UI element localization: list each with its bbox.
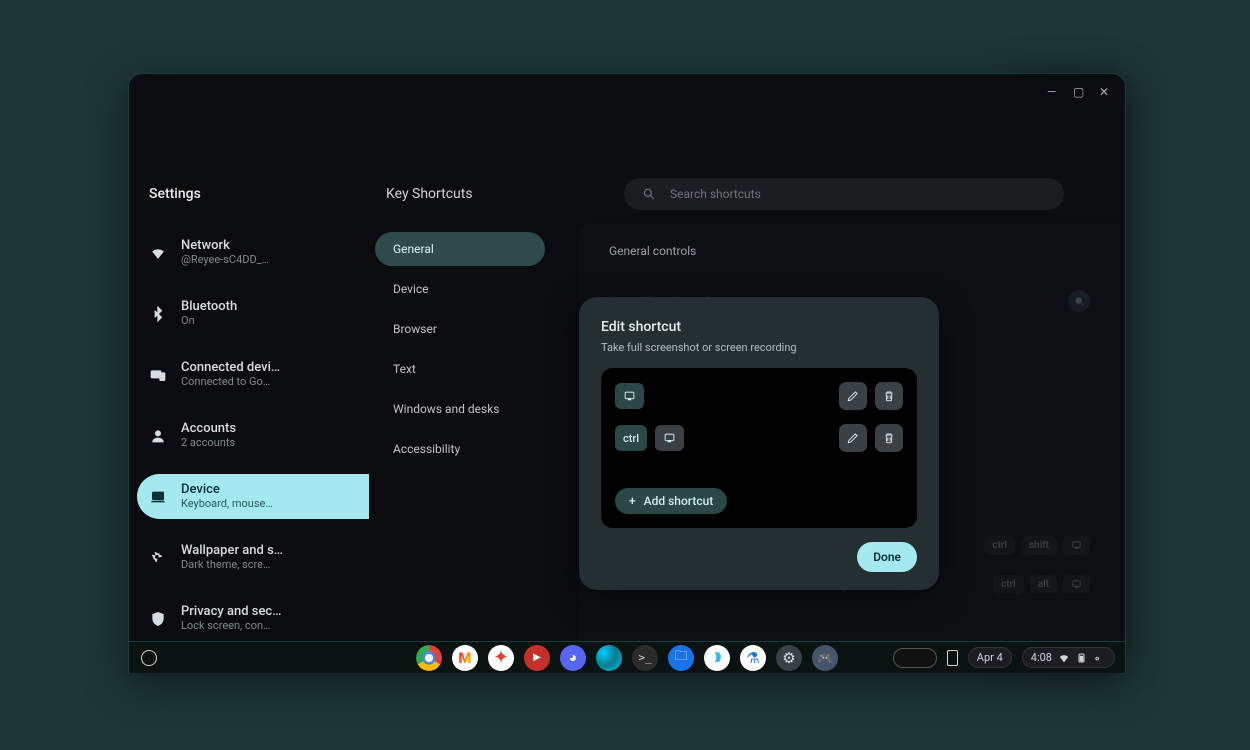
- delete-shortcut-button[interactable]: [875, 424, 903, 452]
- key-shift: shift: [1021, 536, 1057, 555]
- dev-icon: ‹›: [1094, 652, 1106, 664]
- app-chrome[interactable]: [416, 645, 442, 671]
- app-flask[interactable]: [740, 645, 766, 671]
- shelf-apps: [416, 645, 838, 671]
- add-shortcut-label: Add shortcut: [644, 494, 714, 508]
- app-edge[interactable]: [596, 645, 622, 671]
- section-heading: General controls: [609, 244, 1090, 258]
- maximize-button[interactable]: ▢: [1073, 85, 1085, 99]
- shortcut-row: [615, 382, 903, 410]
- nav-subtitle: On: [181, 314, 237, 328]
- devices-icon: [149, 366, 167, 384]
- settings-window: — ▢ ✕ Settings Key Shortcuts Search shor…: [128, 73, 1126, 673]
- titlebar: — ▢ ✕: [129, 74, 1125, 110]
- search-icon: [642, 187, 656, 201]
- desk-switcher[interactable]: [893, 648, 937, 668]
- launcher-key-icon: [1068, 290, 1090, 312]
- edit-shortcut-button[interactable]: [839, 424, 867, 452]
- launcher-button[interactable]: [141, 650, 157, 666]
- nav-subtitle: Lock screen, con…: [181, 619, 281, 633]
- shortcut-row: ctrl: [615, 424, 903, 452]
- nav-title: Bluetooth: [181, 299, 237, 314]
- screenshot-icon: [615, 383, 644, 409]
- settings-nav: Network @Reyee-sC4DD_… Bluetooth On Conn…: [137, 230, 369, 673]
- search-placeholder: Search shortcuts: [670, 187, 761, 201]
- settings-heading: Settings: [149, 186, 201, 202]
- category-text[interactable]: Text: [375, 352, 545, 386]
- screenshot-key-icon: [1063, 575, 1090, 594]
- nav-title: Privacy and sec…: [181, 604, 281, 619]
- wifi-icon: [149, 244, 167, 262]
- status-pill[interactable]: Apr 4: [968, 647, 1012, 668]
- wall-icon: [149, 549, 167, 567]
- dialog-title: Edit shortcut: [601, 319, 917, 335]
- edit-shortcut-button[interactable]: [839, 382, 867, 410]
- nav-title: Network: [181, 238, 269, 253]
- add-shortcut-button[interactable]: + Add shortcut: [615, 488, 727, 514]
- date-label: Apr 4: [977, 651, 1003, 664]
- wifi-icon: [1058, 652, 1070, 664]
- category-general[interactable]: General: [375, 232, 545, 266]
- category-windows-and-desks[interactable]: Windows and desks: [375, 392, 545, 426]
- delete-shortcut-button[interactable]: [875, 382, 903, 410]
- svg-text:‹›: ‹›: [1095, 654, 1099, 662]
- nav-subtitle: 2 accounts: [181, 436, 236, 450]
- done-button[interactable]: Done: [857, 542, 917, 572]
- screenshot-icon: [655, 425, 684, 451]
- battery-icon: [1076, 652, 1088, 664]
- app-photos[interactable]: [488, 645, 514, 671]
- status-pill[interactable]: 4:08 ‹›: [1022, 647, 1115, 668]
- app-discord[interactable]: [560, 645, 586, 671]
- sidebar-item-connected-devi-[interactable]: Connected devi… Connected to Go…: [137, 352, 369, 397]
- app-term[interactable]: [632, 645, 658, 671]
- time-label: 4:08: [1031, 651, 1052, 664]
- nav-title: Wallpaper and s…: [181, 543, 283, 558]
- nav-subtitle: Keyboard, mouse…: [181, 497, 273, 511]
- key-ctrl: ctrl: [615, 425, 647, 451]
- sidebar-item-network[interactable]: Network @Reyee-sC4DD_…: [137, 230, 369, 275]
- nav-title: Device: [181, 482, 273, 497]
- app-game[interactable]: [812, 645, 838, 671]
- edit-shortcut-dialog: Edit shortcut Take full screenshot or sc…: [579, 297, 939, 590]
- category-device[interactable]: Device: [375, 272, 545, 306]
- key-alt: alt: [1030, 575, 1057, 594]
- sidebar-item-accounts[interactable]: Accounts 2 accounts: [137, 413, 369, 458]
- nav-title: Accounts: [181, 421, 236, 436]
- key-ctrl: ctrl: [984, 536, 1015, 555]
- search-field[interactable]: Search shortcuts: [624, 178, 1064, 210]
- nav-subtitle: @Reyee-sC4DD_…: [181, 253, 269, 267]
- dialog-description: Take full screenshot or screen recording: [601, 341, 917, 354]
- shield-icon: [149, 610, 167, 628]
- laptop-icon: [149, 488, 167, 506]
- minimize-button[interactable]: —: [1047, 85, 1059, 99]
- app-gmail[interactable]: [452, 645, 478, 671]
- sidebar-item-bluetooth[interactable]: Bluetooth On: [137, 291, 369, 336]
- app-yt[interactable]: [524, 645, 550, 671]
- sidebar-item-device[interactable]: Device Keyboard, mouse…: [137, 474, 369, 519]
- shortcut-categories: General Device Browser Text Windows and desk…: [375, 232, 545, 472]
- close-button[interactable]: ✕: [1099, 85, 1111, 99]
- nav-title: Connected devi…: [181, 360, 280, 375]
- plus-icon: +: [629, 494, 636, 508]
- screenshot-key-icon: [1063, 536, 1090, 555]
- status-tray[interactable]: Apr 4 4:08 ‹›: [893, 647, 1115, 668]
- phone-hub-icon[interactable]: [947, 650, 958, 666]
- nav-subtitle: Dark theme, scre…: [181, 558, 283, 572]
- page-title: Key Shortcuts: [386, 186, 473, 202]
- shortcut-list: ctrl + Add shortcut: [601, 368, 917, 528]
- account-icon: [149, 427, 167, 445]
- category-accessibility[interactable]: Accessibility: [375, 432, 545, 466]
- nav-subtitle: Connected to Go…: [181, 375, 280, 389]
- category-browser[interactable]: Browser: [375, 312, 545, 346]
- sidebar-item-wallpaper-and-s-[interactable]: Wallpaper and s… Dark theme, scre…: [137, 535, 369, 580]
- key-ctrl: ctrl: [993, 575, 1024, 594]
- app-gear[interactable]: [776, 645, 802, 671]
- shelf: Apr 4 4:08 ‹›: [128, 641, 1126, 673]
- sidebar-item-privacy-and-sec-[interactable]: Privacy and sec… Lock screen, con…: [137, 596, 369, 641]
- app-bold[interactable]: [704, 645, 730, 671]
- app-files[interactable]: [668, 645, 694, 671]
- bt-icon: [149, 305, 167, 323]
